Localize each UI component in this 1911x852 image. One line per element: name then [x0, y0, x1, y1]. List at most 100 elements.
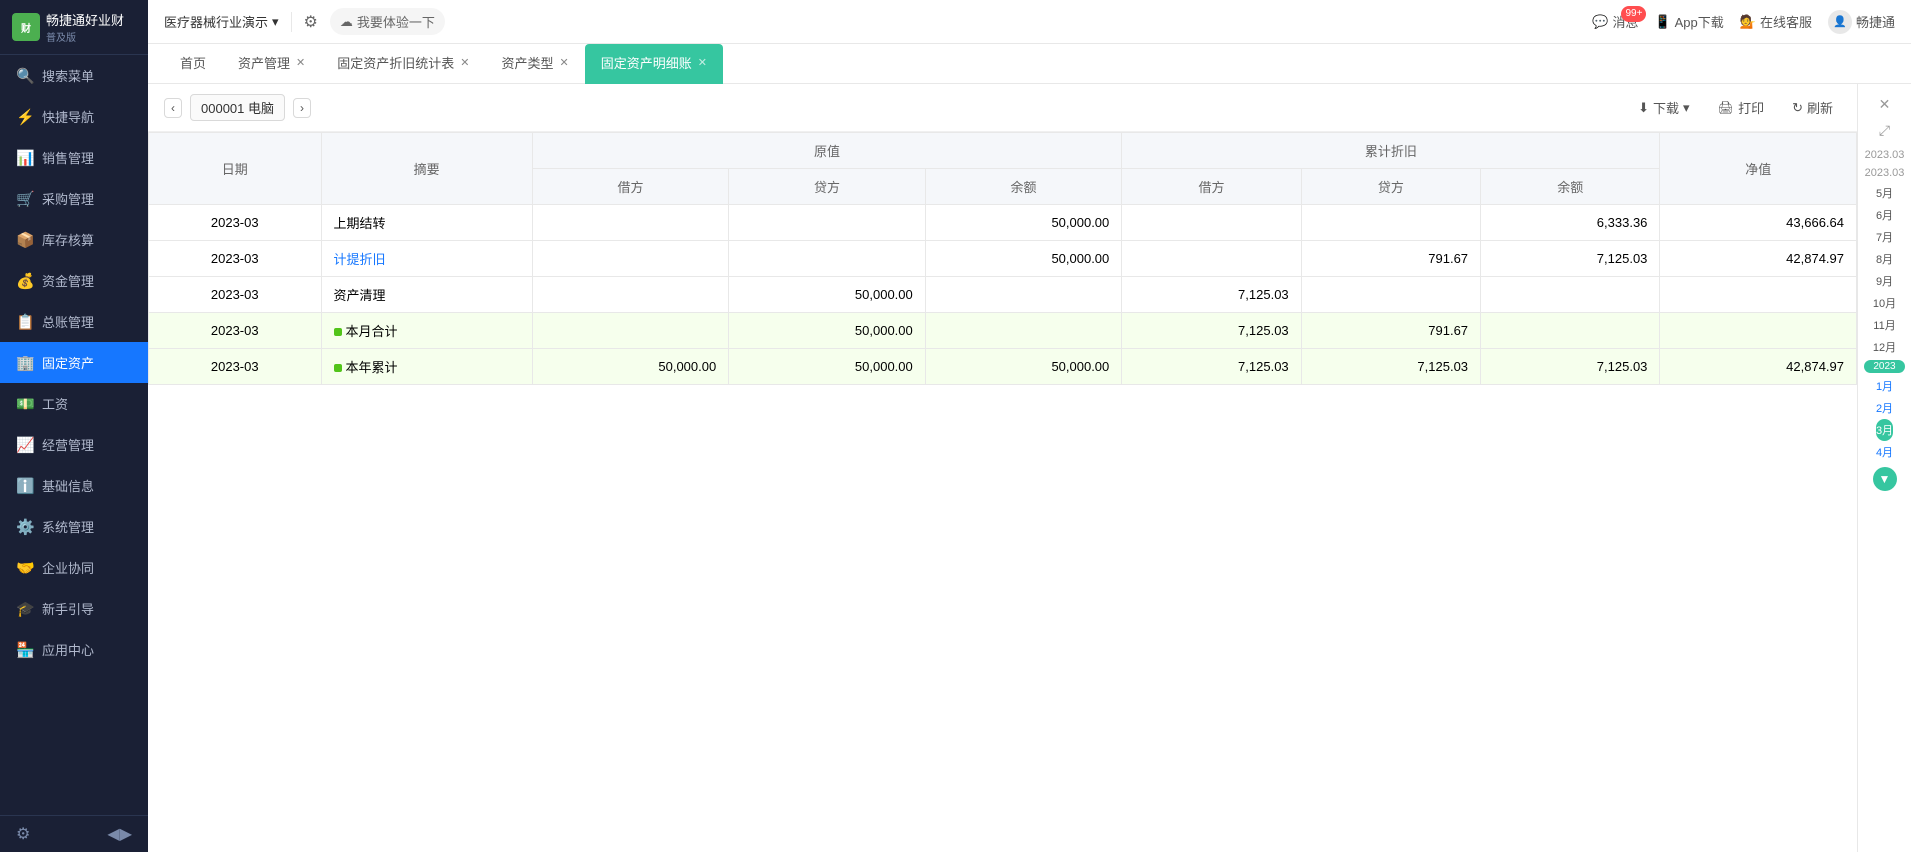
- col-date: 日期: [149, 133, 322, 205]
- settings-icon[interactable]: ⚙: [16, 824, 30, 844]
- cloud-icon: ☁: [340, 14, 353, 30]
- timeline-month[interactable]: 3月: [1876, 419, 1893, 441]
- timeline-month[interactable]: 4月: [1870, 441, 1899, 463]
- sidebar-item-label-collab: 企业协同: [42, 558, 94, 577]
- refresh-btn[interactable]: ↻ 刷新: [1784, 94, 1841, 121]
- timeline-month[interactable]: 6月: [1873, 204, 1896, 226]
- customer-service-btn[interactable]: 💁 在线客服: [1740, 12, 1812, 31]
- col-net: 净值: [1660, 133, 1857, 205]
- tab-asset-detail[interactable]: 固定资产明细账 ✕: [585, 44, 723, 84]
- cell-orig-balance: 50,000.00: [925, 241, 1122, 277]
- cell-summary: 计提折旧: [321, 241, 532, 277]
- company-name: 医疗器械行业演示: [164, 12, 268, 31]
- table-row: 2023-03 资产清理 50,000.00 7,125.03: [149, 277, 1857, 313]
- timeline-month[interactable]: 9月: [1873, 270, 1896, 292]
- download-dropdown-icon: ▾: [1683, 100, 1690, 116]
- download-btn[interactable]: ⬇ 下载 ▾: [1630, 94, 1697, 121]
- tab-label-asset-mgmt: 资产管理: [238, 53, 290, 72]
- collab-icon: 🤝: [16, 559, 34, 577]
- timeline-expand-btn[interactable]: ⤢: [1873, 118, 1897, 142]
- timeline-month[interactable]: 1月: [1870, 375, 1899, 397]
- cell-summary: 上期结转: [321, 205, 532, 241]
- message-btn[interactable]: 💬 消息 99+: [1592, 12, 1638, 31]
- logo-title: 畅捷通好业财: [46, 10, 124, 29]
- payroll-icon: 💵: [16, 395, 34, 413]
- cell-acc-debit: 7,125.03: [1122, 277, 1301, 313]
- sidebar-item-fixed-assets[interactable]: 🏢 固定资产: [0, 342, 148, 383]
- sidebar-item-label-basic-info: 基础信息: [42, 476, 94, 495]
- sidebar-item-label-app-center: 应用中心: [42, 640, 94, 659]
- cell-acc-credit: 791.67: [1301, 241, 1480, 277]
- timeline-month[interactable]: 10月: [1873, 292, 1896, 314]
- sidebar-item-sales[interactable]: 📊 销售管理: [0, 137, 148, 178]
- tab-asset-type[interactable]: 资产类型✕: [485, 44, 584, 84]
- sidebar-item-sys-mgmt[interactable]: ⚙️ 系统管理: [0, 506, 148, 547]
- cell-net: [1660, 277, 1857, 313]
- topbar: 医疗器械行业演示 ▾ ⚙ ☁ 我要体验一下 💬 消息 99+ 📱 App下载 💁…: [148, 0, 1911, 44]
- fixed-assets-icon: 🏢: [16, 354, 34, 372]
- cell-orig-credit: [729, 205, 926, 241]
- experience-label: 我要体验一下: [357, 12, 435, 31]
- sidebar-item-basic-info[interactable]: ℹ️ 基础信息: [0, 465, 148, 506]
- asset-code: 000001 电脑: [190, 94, 285, 121]
- sidebar-item-ops[interactable]: 📈 经营管理: [0, 424, 148, 465]
- tab-label-depreciation-table: 固定资产折旧统计表: [337, 53, 454, 72]
- timeline-month[interactable]: 5月: [1873, 182, 1896, 204]
- panel-toolbar: ‹ 000001 电脑 › ⬇ 下载 ▾ 🖨 打印 ↻ 刷新: [148, 84, 1857, 132]
- sidebar-nav: 🔍 搜索菜单 ⚡ 快捷导航 📊 销售管理 🛒 采购管理 📦 库存核算 💰 资金管…: [0, 55, 148, 815]
- tab-close-asset-detail[interactable]: ✕: [698, 56, 707, 69]
- timeline-month[interactable]: 2月: [1870, 397, 1899, 419]
- sidebar-item-label-ledger: 总账管理: [42, 312, 94, 331]
- cell-acc-balance: 7,125.03: [1481, 241, 1660, 277]
- sidebar-item-payroll[interactable]: 💵 工资: [0, 383, 148, 424]
- sidebar-item-ledger[interactable]: 📋 总账管理: [0, 301, 148, 342]
- basic-info-icon: ℹ️: [16, 477, 34, 495]
- timeline-close-btn[interactable]: ✕: [1873, 92, 1897, 116]
- sidebar-item-guide[interactable]: 🎓 新手引导: [0, 588, 148, 629]
- tab-close-depreciation-table[interactable]: ✕: [460, 56, 469, 69]
- sidebar-item-purchase[interactable]: 🛒 采购管理: [0, 178, 148, 219]
- timeline-month[interactable]: 12月: [1873, 336, 1896, 358]
- timeline-year-badge: 2023: [1864, 360, 1905, 373]
- user-menu[interactable]: 👤 畅捷通: [1828, 10, 1895, 34]
- timeline-bottom-btn[interactable]: ▼: [1873, 467, 1897, 491]
- app-download-label: App下载: [1675, 12, 1724, 31]
- cell-orig-debit: [532, 205, 729, 241]
- cell-acc-credit: 791.67: [1301, 313, 1480, 349]
- sidebar-item-app-center[interactable]: 🏪 应用中心: [0, 629, 148, 670]
- timeline-month[interactable]: 7月: [1873, 226, 1896, 248]
- collapse-icon[interactable]: ◀▶: [107, 824, 132, 844]
- tab-depreciation-table[interactable]: 固定资产折旧统计表 ✕: [321, 44, 485, 84]
- cell-orig-debit: [532, 241, 729, 277]
- cell-summary: 本月合计: [321, 313, 532, 349]
- experience-btn[interactable]: ☁ 我要体验一下: [330, 8, 445, 35]
- app-download-btn[interactable]: 📱 App下载: [1654, 12, 1723, 31]
- tab-asset-mgmt[interactable]: 资产管理 ✕: [222, 44, 321, 84]
- sidebar-item-label-sys-mgmt: 系统管理: [42, 517, 94, 536]
- cell-net: 43,666.64: [1660, 205, 1857, 241]
- tab-label-asset-detail: 固定资产明细账: [601, 53, 692, 72]
- sidebar-item-inventory[interactable]: 📦 库存核算: [0, 219, 148, 260]
- app-center-icon: 🏪: [16, 641, 34, 659]
- settings-icon[interactable]: ⚙: [304, 12, 318, 32]
- timeline-month[interactable]: 11月: [1873, 314, 1896, 336]
- sidebar-item-finance[interactable]: 💰 资金管理: [0, 260, 148, 301]
- prev-asset-btn[interactable]: ‹: [164, 98, 182, 118]
- col-acc-credit: 贷方: [1301, 169, 1480, 205]
- tab-close-asset-mgmt[interactable]: ✕: [296, 56, 305, 69]
- sidebar-item-search[interactable]: 🔍 搜索菜单: [0, 55, 148, 96]
- timeline-month[interactable]: 8月: [1873, 248, 1896, 270]
- print-btn[interactable]: 🖨 打印: [1710, 94, 1773, 121]
- sidebar-item-quick-nav[interactable]: ⚡ 快捷导航: [0, 96, 148, 137]
- tab-home[interactable]: 首页: [164, 44, 222, 84]
- sidebar-item-collab[interactable]: 🤝 企业协同: [0, 547, 148, 588]
- download-icon: ⬇: [1638, 100, 1649, 116]
- cell-acc-balance: 7,125.03: [1481, 349, 1660, 385]
- main-area: 医疗器械行业演示 ▾ ⚙ ☁ 我要体验一下 💬 消息 99+ 📱 App下载 💁…: [148, 0, 1911, 852]
- tab-close-asset-type[interactable]: ✕: [560, 56, 569, 69]
- next-asset-btn[interactable]: ›: [293, 98, 311, 118]
- print-icon: 🖨: [1718, 100, 1735, 116]
- company-selector[interactable]: 医疗器械行业演示 ▾: [164, 12, 279, 31]
- sidebar-item-label-inventory: 库存核算: [42, 230, 94, 249]
- cell-net: 42,874.97: [1660, 241, 1857, 277]
